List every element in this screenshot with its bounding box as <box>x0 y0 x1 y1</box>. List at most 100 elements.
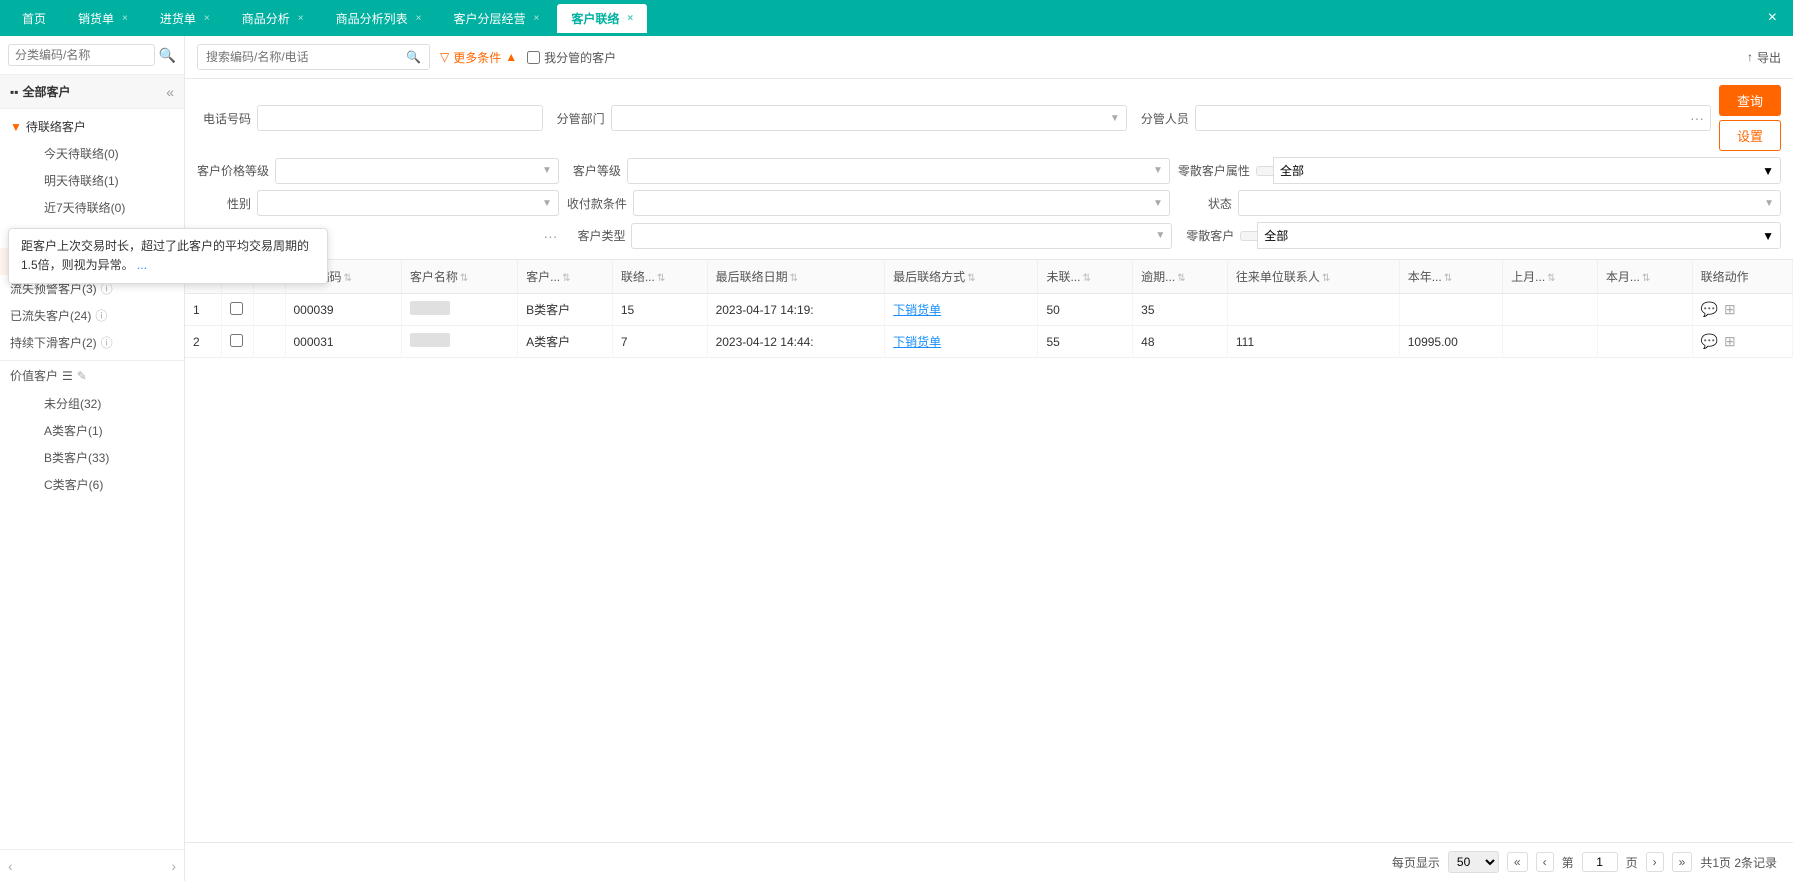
price-level-select[interactable]: ▼ <box>275 158 559 184</box>
retail-attr-select[interactable]: 全部 ▼ <box>1273 157 1781 184</box>
person-dots[interactable]: ··· <box>1690 110 1704 126</box>
sidebar-bottom: ‹ › <box>0 849 184 881</box>
col-this-year[interactable]: 本年...⇅ <box>1399 260 1502 294</box>
chat-icon-btn[interactable]: 💬 <box>1701 333 1718 350</box>
retail-customer-select[interactable]: 全部 ▼ <box>1257 222 1781 249</box>
col-last-date[interactable]: 最后联络日期⇅ <box>707 260 885 294</box>
page-number-input[interactable] <box>1582 852 1618 872</box>
row-checkbox[interactable] <box>230 302 243 315</box>
cell-index: 2 <box>185 326 221 358</box>
settings-btn[interactable]: 设置 <box>1719 120 1781 151</box>
sidebar-search-input[interactable] <box>8 44 155 66</box>
main-search-input[interactable] <box>198 45 398 69</box>
cell-unit-contact: 111 <box>1227 326 1399 358</box>
adv-row-3: 性别 ▼ 收付款条件 ▼ 状态 ▼ <box>197 190 1781 216</box>
tab-customer-contact[interactable]: 客户联络 × <box>557 4 647 33</box>
chat-icon-btn[interactable]: 💬 <box>1701 301 1718 318</box>
phone-input[interactable] <box>257 105 543 131</box>
payment-label: 收付款条件 <box>567 195 633 212</box>
sidebar-item-tomorrow[interactable]: 明天待联络(1) <box>22 167 184 194</box>
tab-goods-list-close[interactable]: × <box>416 13 422 24</box>
tab-customer-contact-close[interactable]: × <box>627 13 633 24</box>
sidebar-item-class-a[interactable]: A类客户(1) <box>22 417 184 444</box>
sidebar-item-7days[interactable]: 近7天待联络(0) <box>22 194 184 221</box>
more-conditions-label: 更多条件 <box>453 49 501 66</box>
last-method-link[interactable]: 下销货单 <box>893 303 941 317</box>
row-checkbox[interactable] <box>230 334 243 347</box>
window-close-btn[interactable]: × <box>1760 9 1785 27</box>
table-scroll[interactable]: ⚙ 客户编码⇅ 客户名称⇅ 客户...⇅ 联络...⇅ 最后联络日期⇅ 最后联络… <box>185 260 1793 358</box>
cell-uncontacted: 55 <box>1038 326 1133 358</box>
tab-goods-analysis-close[interactable]: × <box>298 13 304 24</box>
sidebar-item-declining[interactable]: 持续下滑客户(2) ⓘ <box>0 329 184 356</box>
next-page-btn[interactable]: › <box>1646 852 1664 872</box>
tab-sales-close[interactable]: × <box>122 13 128 24</box>
tab-goods-list[interactable]: 商品分析列表 × <box>322 4 436 33</box>
phone-field: 电话号码 <box>197 105 543 131</box>
grid-icon-btn[interactable]: ⊞ <box>1724 301 1736 318</box>
tab-purchase[interactable]: 进货单 × <box>146 4 224 33</box>
first-page-btn[interactable]: « <box>1507 852 1528 872</box>
cell-last-method[interactable]: 下销货单 <box>885 294 1038 326</box>
page-label: 页 <box>1626 854 1638 871</box>
grid-icon-btn[interactable]: ⊞ <box>1724 333 1736 350</box>
main-search-btn[interactable]: 🔍 <box>398 45 429 69</box>
sidebar-prev-btn[interactable]: ‹ <box>8 858 13 874</box>
sidebar-item-ungroup[interactable]: 未分组(32) <box>22 390 184 417</box>
sidebar-next-btn[interactable]: › <box>171 858 176 874</box>
cell-checkbox[interactable] <box>221 326 253 358</box>
sidebar-item-class-b[interactable]: B类客户(33) <box>22 444 184 471</box>
cell-checkbox[interactable] <box>221 294 253 326</box>
my-customers-check[interactable]: 我分管的客户 <box>527 49 616 66</box>
tooltip-dots: ... <box>137 258 147 272</box>
table-wrap: ⚙ 客户编码⇅ 客户名称⇅ 客户...⇅ 联络...⇅ 最后联络日期⇅ 最后联络… <box>185 260 1793 842</box>
sidebar-item-today[interactable]: 今天待联络(0) <box>22 140 184 167</box>
query-btn[interactable]: 查询 <box>1719 85 1781 116</box>
cell-customer-type: A类客户 <box>518 326 613 358</box>
dept-select[interactable]: ▼ <box>611 105 1127 131</box>
tab-goods-analysis[interactable]: 商品分析 × <box>228 4 318 33</box>
gender-field: 性别 ▼ <box>197 190 559 216</box>
gender-select[interactable]: ▼ <box>257 190 559 216</box>
cell-this-month <box>1597 326 1692 358</box>
sidebar-item-churned[interactable]: 已流失客户(24) ⓘ <box>0 302 184 329</box>
prev-page-btn[interactable]: ‹ <box>1536 852 1554 872</box>
col-unit-contact[interactable]: 往来单位联系人⇅ <box>1227 260 1399 294</box>
tab-purchase-close[interactable]: × <box>204 13 210 24</box>
status-select[interactable]: ▼ <box>1238 190 1781 216</box>
col-customer-type[interactable]: 客户...⇅ <box>518 260 613 294</box>
more-conditions-btn[interactable]: ▽ 更多条件 ▲ <box>440 49 517 66</box>
sidebar-header: ▪▪ 全部客户 « <box>0 75 184 109</box>
tab-home[interactable]: 首页 <box>8 4 60 33</box>
tab-customer-segment-close[interactable]: × <box>533 13 539 24</box>
last-page-btn[interactable]: » <box>1672 852 1693 872</box>
sidebar-search-area: 🔍 <box>0 36 184 75</box>
tab-sales[interactable]: 销货单 × <box>64 4 142 33</box>
col-last-month[interactable]: 上月...⇅ <box>1503 260 1598 294</box>
row4-dots[interactable]: ··· <box>543 228 557 244</box>
cell-overdue: 35 <box>1133 294 1228 326</box>
edit-icon[interactable]: ✎ <box>77 369 87 383</box>
col-last-method[interactable]: 最后联络方式⇅ <box>885 260 1038 294</box>
payment-select[interactable]: ▼ <box>633 190 1170 216</box>
col-overdue[interactable]: 逾期...⇅ <box>1133 260 1228 294</box>
sidebar-search-icon[interactable]: 🔍 <box>159 47 176 64</box>
col-uncontacted[interactable]: 未联...⇅ <box>1038 260 1133 294</box>
person-select[interactable]: ··· <box>1195 105 1711 131</box>
cell-last-method[interactable]: 下销货单 <box>885 326 1038 358</box>
sidebar-collapse-btn[interactable]: « <box>166 84 174 100</box>
sidebar-item-class-c[interactable]: C类客户(6) <box>22 471 184 498</box>
customer-grade-select[interactable]: ▼ <box>627 158 1170 184</box>
cell-this-year <box>1399 294 1502 326</box>
col-this-month[interactable]: 本月...⇅ <box>1597 260 1692 294</box>
customer-type-select[interactable]: ▼ <box>631 223 1172 249</box>
col-name[interactable]: 客户名称⇅ <box>401 260 517 294</box>
last-method-link[interactable]: 下销货单 <box>893 335 941 349</box>
tab-customer-segment[interactable]: 客户分层经营 × <box>439 4 553 33</box>
col-contact-count[interactable]: 联络...⇅ <box>612 260 707 294</box>
sidebar-group-pending[interactable]: ▼ 待联络客户 <box>0 113 184 140</box>
per-page-select[interactable]: 50 20 100 <box>1448 851 1499 873</box>
export-btn[interactable]: ↑ 导出 <box>1747 49 1781 66</box>
my-customers-checkbox[interactable] <box>527 51 540 64</box>
retail-customer-label: 零散客户 <box>1180 227 1240 244</box>
